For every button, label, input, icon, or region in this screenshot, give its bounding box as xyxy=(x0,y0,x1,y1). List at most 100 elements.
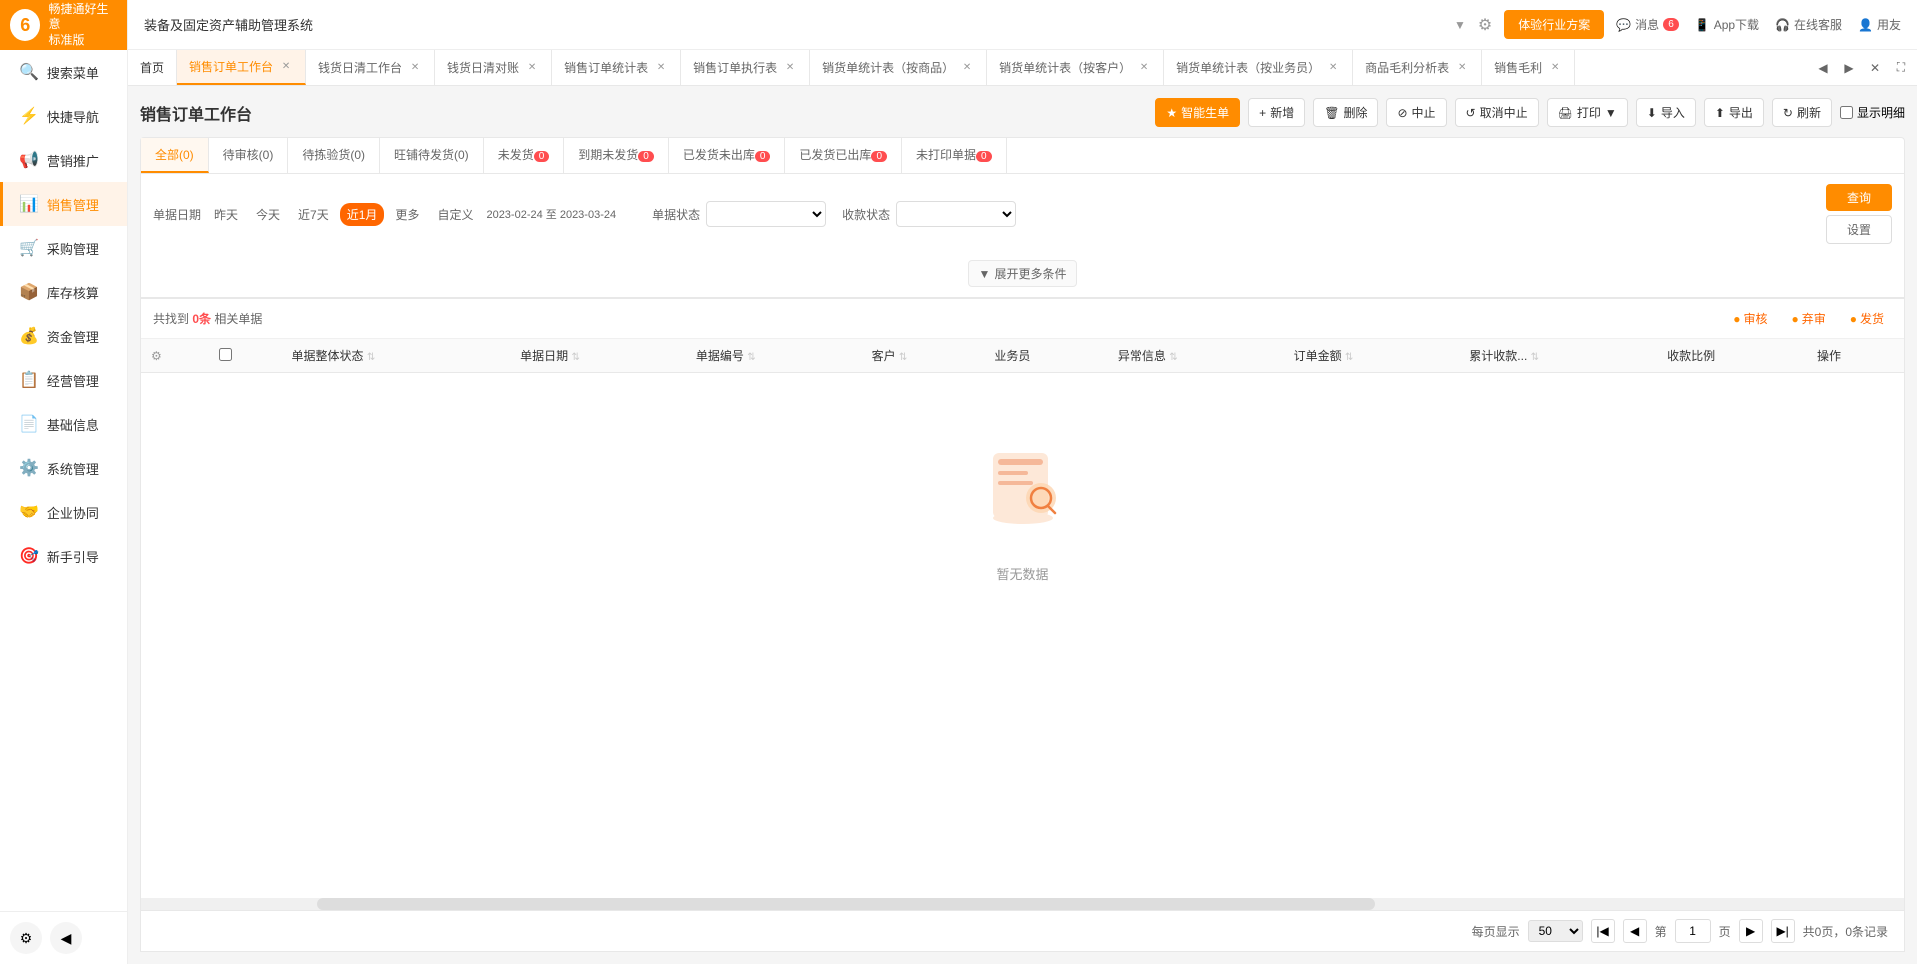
sidebar-item-search[interactable]: 🔍 搜索菜单 xyxy=(0,50,127,94)
message-btn[interactable]: 💬 消息 6 xyxy=(1616,16,1679,33)
ship-action-btn[interactable]: ● 发货 xyxy=(1842,307,1892,330)
industry-solution-btn[interactable]: 体验行业方案 xyxy=(1504,10,1604,39)
first-page-btn[interactable]: |◀ xyxy=(1591,919,1615,943)
date-btn-today[interactable]: 今天 xyxy=(249,203,287,226)
prev-page-btn[interactable]: ◀ xyxy=(1623,919,1647,943)
print-icon: 🖨 xyxy=(1558,106,1573,120)
shipped-not-out-badge: 0 xyxy=(755,151,771,162)
settings-bottom-btn[interactable]: ⚙ xyxy=(10,922,42,954)
horizontal-scrollbar[interactable] xyxy=(141,898,1904,910)
subtab-shipped-out[interactable]: 已发货已出库0 xyxy=(785,138,902,173)
next-page-btn[interactable]: ▶ xyxy=(1739,919,1763,943)
tab-gross-profit[interactable]: 商品毛利分析表 ✕ xyxy=(1353,50,1482,85)
uncheck-action-btn[interactable]: ● 弃审 xyxy=(1783,307,1833,330)
settings-header-icon[interactable]: ⚙ xyxy=(1478,15,1492,35)
th-customer: 客户 ⇅ xyxy=(862,339,985,373)
online-service-btn[interactable]: 🎧 在线客服 xyxy=(1775,16,1842,33)
tab-close-icon[interactable]: ✕ xyxy=(279,60,293,74)
sort-status-icon: ⇅ xyxy=(367,352,375,363)
expand-filter-btn[interactable]: ▼ 展开更多条件 xyxy=(968,260,1078,287)
subtab-overdue-unshipped[interactable]: 到期未发货0 xyxy=(564,138,669,173)
subtab-unshipped[interactable]: 未发货0 xyxy=(484,138,565,173)
tab-sales-by-customer[interactable]: 销货单统计表（按客户） ✕ xyxy=(987,50,1164,85)
sidebar-item-newbie[interactable]: 🎯 新手引导 xyxy=(0,534,127,578)
smart-create-btn[interactable]: ★ 智能生单 xyxy=(1155,98,1240,127)
tab-cash-daily[interactable]: 钱货日清工作台 ✕ xyxy=(306,50,435,85)
tab-prev-btn[interactable]: ◀ xyxy=(1811,56,1835,80)
main-area: 装备及固定资产辅助管理系统 ▼ ⚙ 体验行业方案 💬 消息 6 📱 App下载 … xyxy=(128,0,1917,964)
set-btn[interactable]: 设置 xyxy=(1826,215,1892,244)
page-number-input[interactable] xyxy=(1675,919,1711,943)
tab-cash-reconcile[interactable]: 钱货日清对账 ✕ xyxy=(435,50,552,85)
tab-next-btn[interactable]: ▶ xyxy=(1837,56,1861,80)
date-btn-yesterday[interactable]: 昨天 xyxy=(207,203,245,226)
subtab-pending-review[interactable]: 待审核(0) xyxy=(209,138,289,173)
last-page-btn[interactable]: ▶| xyxy=(1771,919,1795,943)
tab-home[interactable]: 首页 xyxy=(128,50,177,85)
stop-btn[interactable]: ⊘ 中止 xyxy=(1386,98,1446,127)
date-btn-custom[interactable]: 自定义 xyxy=(430,203,480,226)
date-btn-1month[interactable]: 近1月 xyxy=(340,203,385,226)
tab-close-icon[interactable]: ✕ xyxy=(654,61,668,75)
sidebar-item-finance[interactable]: 💰 资金管理 xyxy=(0,314,127,358)
tab-close-icon[interactable]: ✕ xyxy=(1137,61,1151,75)
tab-sales-gross[interactable]: 销售毛利 ✕ xyxy=(1482,50,1575,85)
collapse-btn[interactable]: ◀ xyxy=(50,922,82,954)
tab-close-icon[interactable]: ✕ xyxy=(1455,61,1469,75)
tab-close-icon[interactable]: ✕ xyxy=(525,61,539,75)
subtab-shipped-not-out[interactable]: 已发货未出库0 xyxy=(669,138,786,173)
show-detail-checkbox[interactable] xyxy=(1840,106,1853,119)
sidebar-item-sales[interactable]: 📊 销售管理 xyxy=(0,182,127,226)
tab-expand-btn[interactable]: ⛶ xyxy=(1889,56,1913,80)
tab-close-icon[interactable]: ✕ xyxy=(783,61,797,75)
page-header: 销售订单工作台 ★ 智能生单 + 新增 🗑 删除 ⊘ 中止 xyxy=(140,98,1905,127)
print-btn[interactable]: 🖨 打印 ▼ xyxy=(1547,98,1628,127)
query-btn[interactable]: 查询 xyxy=(1826,184,1892,211)
date-btn-7days[interactable]: 近7天 xyxy=(291,203,336,226)
sidebar-item-mgmt[interactable]: 📋 经营管理 xyxy=(0,358,127,402)
tab-close-icon[interactable]: ✕ xyxy=(408,61,422,75)
add-btn[interactable]: + 新增 xyxy=(1248,98,1305,127)
sidebar-item-quicknav[interactable]: ⚡ 快捷导航 xyxy=(0,94,127,138)
tab-sales-order-workbench[interactable]: 销售订单工作台 ✕ xyxy=(177,50,306,85)
table-scroll[interactable]: ⚙ 单据整体状态 ⇅ 单据日期 ⇅ xyxy=(141,339,1904,898)
tab-close-icon[interactable]: ✕ xyxy=(960,61,974,75)
subtab-wangpu[interactable]: 旺铺待发货(0) xyxy=(380,138,484,173)
export-btn[interactable]: ⬆ 导出 xyxy=(1704,98,1764,127)
cancel-stop-btn[interactable]: ↺ 取消中止 xyxy=(1455,98,1539,127)
sidebar-item-marketing[interactable]: 📢 营销推广 xyxy=(0,138,127,182)
tab-sales-stat[interactable]: 销售订单统计表 ✕ xyxy=(552,50,681,85)
sidebar-item-basicinfo[interactable]: 📄 基础信息 xyxy=(0,402,127,446)
sidebar-item-system[interactable]: ⚙️ 系统管理 xyxy=(0,446,127,490)
import-btn[interactable]: ⬇ 导入 xyxy=(1636,98,1696,127)
tab-close-all-btn[interactable]: ✕ xyxy=(1863,56,1887,80)
tab-sales-by-product[interactable]: 销货单统计表（按商品） ✕ xyxy=(810,50,987,85)
show-detail-checkbox-label[interactable]: 显示明细 xyxy=(1840,104,1905,121)
logo-area: 6 畅捷通好生意 标准版 xyxy=(0,0,127,50)
tab-sales-by-staff[interactable]: 销货单统计表（按业务员） ✕ xyxy=(1164,50,1353,85)
delete-btn[interactable]: 🗑 删除 xyxy=(1313,98,1378,127)
refresh-btn[interactable]: ↻ 刷新 xyxy=(1772,98,1832,127)
sidebar-item-purchase[interactable]: 🛒 采购管理 xyxy=(0,226,127,270)
system-icon: ⚙️ xyxy=(19,458,39,478)
per-page-select[interactable]: 50 100 200 xyxy=(1528,920,1583,942)
select-all-checkbox[interactable] xyxy=(219,348,232,361)
subtab-pending-check[interactable]: 待拣验货(0) xyxy=(288,138,380,173)
user-menu-btn[interactable]: 👤 用友 xyxy=(1858,16,1901,33)
date-btn-more[interactable]: 更多 xyxy=(388,203,426,226)
payment-select[interactable] xyxy=(896,201,1016,227)
review-action-btn[interactable]: ● 审核 xyxy=(1725,307,1775,330)
app-download-btn[interactable]: 📱 App下载 xyxy=(1695,16,1759,33)
sort-number-icon: ⇅ xyxy=(747,352,755,363)
phone-icon: 📱 xyxy=(1695,18,1710,32)
subtab-unprinted[interactable]: 未打印单据0 xyxy=(902,138,1007,173)
status-select[interactable] xyxy=(706,201,826,227)
sidebar-item-inventory[interactable]: 📦 库存核算 xyxy=(0,270,127,314)
subtab-all[interactable]: 全部(0) xyxy=(141,138,209,173)
sidebar-item-collab[interactable]: 🤝 企业协同 xyxy=(0,490,127,534)
tab-close-icon[interactable]: ✕ xyxy=(1326,61,1340,75)
tab-sales-exec[interactable]: 销售订单执行表 ✕ xyxy=(681,50,810,85)
column-settings-icon[interactable]: ⚙ xyxy=(151,349,162,363)
scrollbar-thumb[interactable] xyxy=(317,898,1375,910)
tab-close-icon[interactable]: ✕ xyxy=(1548,61,1562,75)
